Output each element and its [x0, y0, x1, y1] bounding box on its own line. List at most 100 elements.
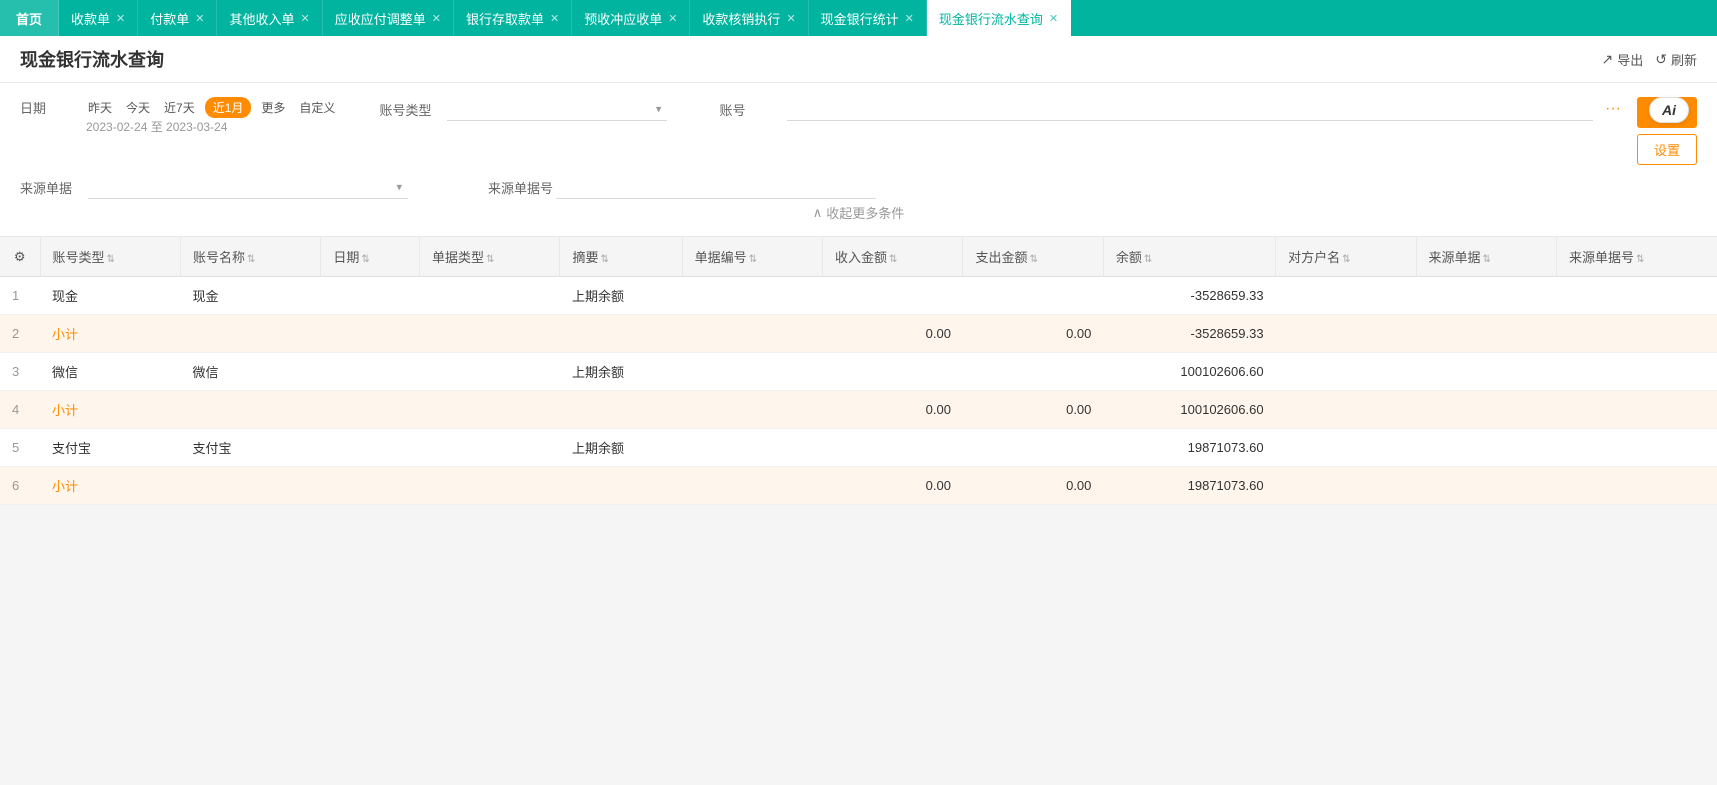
col-header-doc_type[interactable]: 单据类型⇅ — [420, 237, 560, 277]
ai-badge[interactable]: Ai — [1649, 97, 1689, 123]
col-header-settings[interactable]: ⚙ — [0, 237, 40, 277]
nav-home[interactable]: 首页 — [0, 0, 59, 36]
cell-account_name — [180, 467, 320, 505]
col-header-counterpart[interactable]: 对方户名⇅ — [1276, 237, 1416, 277]
tab-close-icon[interactable]: ✕ — [786, 12, 795, 25]
source-doc-input[interactable] — [88, 175, 408, 199]
date-option-今天[interactable]: 今天 — [122, 97, 154, 118]
date-option-昨天[interactable]: 昨天 — [84, 97, 116, 118]
col-header-balance[interactable]: 余额⇅ — [1103, 237, 1275, 277]
account-more-button[interactable]: ··· — [1605, 100, 1621, 118]
row-number: 3 — [12, 364, 19, 379]
col-header-income[interactable]: 收入金额⇅ — [823, 237, 963, 277]
collapse-bar[interactable]: ∧ 收起更多条件 — [20, 203, 1697, 222]
nav-tab-预收冲应收单[interactable]: 预收冲应收单✕ — [572, 0, 690, 36]
cell-source_doc — [1416, 277, 1556, 315]
date-option-自定义[interactable]: 自定义 — [295, 97, 339, 118]
cell-doc_no — [682, 467, 822, 505]
cell-account_name: 支付宝 — [180, 429, 320, 467]
cell-expense — [963, 429, 1103, 467]
filter-area: 日期 昨天今天近7天近1月更多自定义 2023-02-24 至 2023-03-… — [0, 83, 1717, 237]
table-body: 1现金现金上期余额-3528659.332小计0.000.00-3528659.… — [0, 277, 1717, 505]
col-label: 对方户名 — [1288, 250, 1340, 265]
tab-close-icon[interactable]: ✕ — [550, 12, 559, 25]
nav-tab-应收应付调整单[interactable]: 应收应付调整单✕ — [323, 0, 454, 36]
cell-source_doc — [1416, 353, 1556, 391]
cell-doc_no — [682, 429, 822, 467]
settings-button[interactable]: 设置 — [1637, 134, 1697, 165]
row-number: 1 — [12, 288, 19, 303]
cell-source_doc_no — [1556, 315, 1717, 353]
cell-date — [321, 429, 420, 467]
account-type-input[interactable] — [447, 97, 667, 121]
source-doc-no-label: 来源单据号 — [488, 178, 548, 197]
col-header-expense[interactable]: 支出金额⇅ — [963, 237, 1103, 277]
tab-close-icon[interactable]: ✕ — [301, 12, 310, 25]
cell-summary — [560, 315, 682, 353]
sort-icon: ⇅ — [1029, 254, 1037, 265]
tab-close-icon[interactable]: ✕ — [668, 12, 677, 25]
cell-counterpart — [1276, 391, 1416, 429]
collapse-label: 收起更多条件 — [826, 203, 904, 222]
sort-icon: ⇅ — [889, 254, 897, 265]
col-header-account_name[interactable]: 账号名称⇅ — [180, 237, 320, 277]
cell-date — [321, 353, 420, 391]
table-container: ⚙账号类型⇅账号名称⇅日期⇅单据类型⇅摘要⇅单据编号⇅收入金额⇅支出金额⇅余额⇅… — [0, 237, 1717, 505]
col-header-account_type[interactable]: 账号类型⇅ — [40, 237, 180, 277]
cell-doc_no — [682, 353, 822, 391]
table-header: ⚙账号类型⇅账号名称⇅日期⇅单据类型⇅摘要⇅单据编号⇅收入金额⇅支出金额⇅余额⇅… — [0, 237, 1717, 277]
tab-close-icon[interactable]: ✕ — [905, 12, 914, 25]
nav-tab-银行存取款单[interactable]: 银行存取款单✕ — [454, 0, 572, 36]
sort-icon: ⇅ — [1342, 254, 1350, 265]
tab-close-icon[interactable]: ✕ — [1049, 12, 1058, 25]
date-option-更多[interactable]: 更多 — [257, 97, 289, 118]
table-row: 1现金现金上期余额-3528659.33 — [0, 277, 1717, 315]
date-option-近1月[interactable]: 近1月 — [205, 97, 252, 118]
export-button[interactable]: ↗ 导出 — [1602, 50, 1644, 69]
cell-date — [321, 467, 420, 505]
cell-balance: -3528659.33 — [1103, 315, 1275, 353]
nav-tab-现金银行统计[interactable]: 现金银行统计✕ — [809, 0, 927, 36]
sort-icon: ⇅ — [1144, 254, 1152, 265]
cell-doc_type — [420, 429, 560, 467]
row-number: 2 — [12, 326, 19, 341]
date-option-近7天[interactable]: 近7天 — [160, 97, 199, 118]
cell-source_doc — [1416, 467, 1556, 505]
cell-date — [321, 315, 420, 353]
nav-tab-label: 现金银行流水查询 — [939, 9, 1043, 28]
cell-counterpart — [1276, 315, 1416, 353]
col-header-doc_no[interactable]: 单据编号⇅ — [682, 237, 822, 277]
col-header-source_doc[interactable]: 来源单据⇅ — [1416, 237, 1556, 277]
account-input[interactable] — [787, 97, 1593, 121]
cell-doc_no — [682, 277, 822, 315]
row-number: 4 — [12, 402, 19, 417]
cell-balance: -3528659.33 — [1103, 277, 1275, 315]
tab-close-icon[interactable]: ✕ — [116, 12, 125, 25]
nav-tab-其他收入单[interactable]: 其他收入单✕ — [217, 0, 322, 36]
top-navigation: 首页 收款单✕付款单✕其他收入单✕应收应付调整单✕银行存取款单✕预收冲应收单✕收… — [0, 0, 1717, 36]
nav-tab-收款核销执行[interactable]: 收款核销执行✕ — [690, 0, 808, 36]
cell-counterpart — [1276, 429, 1416, 467]
tab-close-icon[interactable]: ✕ — [432, 12, 441, 25]
col-header-date[interactable]: 日期⇅ — [321, 237, 420, 277]
col-label: 单据编号 — [695, 250, 747, 265]
export-icon: ↗ — [1602, 51, 1614, 68]
source-doc-no-input[interactable] — [556, 175, 876, 199]
nav-tab-付款单[interactable]: 付款单✕ — [138, 0, 217, 36]
cell-account_type: 支付宝 — [40, 429, 180, 467]
col-header-source_doc_no[interactable]: 来源单据号⇅ — [1556, 237, 1717, 277]
nav-tab-现金银行流水查询[interactable]: 现金银行流水查询 ✕ — [927, 0, 1071, 36]
data-table: ⚙账号类型⇅账号名称⇅日期⇅单据类型⇅摘要⇅单据编号⇅收入金额⇅支出金额⇅余额⇅… — [0, 237, 1717, 505]
cell-income: 0.00 — [823, 467, 963, 505]
cell-settings: 6 — [0, 467, 40, 505]
cell-date — [321, 391, 420, 429]
col-label: 来源单据号 — [1569, 250, 1634, 265]
cell-account_name — [180, 315, 320, 353]
cell-source_doc_no — [1556, 467, 1717, 505]
settings-col-icon[interactable]: ⚙ — [14, 249, 26, 264]
tab-close-icon[interactable]: ✕ — [195, 12, 204, 25]
nav-tab-收款单[interactable]: 收款单✕ — [59, 0, 138, 36]
col-header-summary[interactable]: 摘要⇅ — [560, 237, 682, 277]
refresh-button[interactable]: ↺ 刷新 — [1655, 50, 1697, 69]
page-title: 现金银行流水查询 — [20, 46, 164, 72]
